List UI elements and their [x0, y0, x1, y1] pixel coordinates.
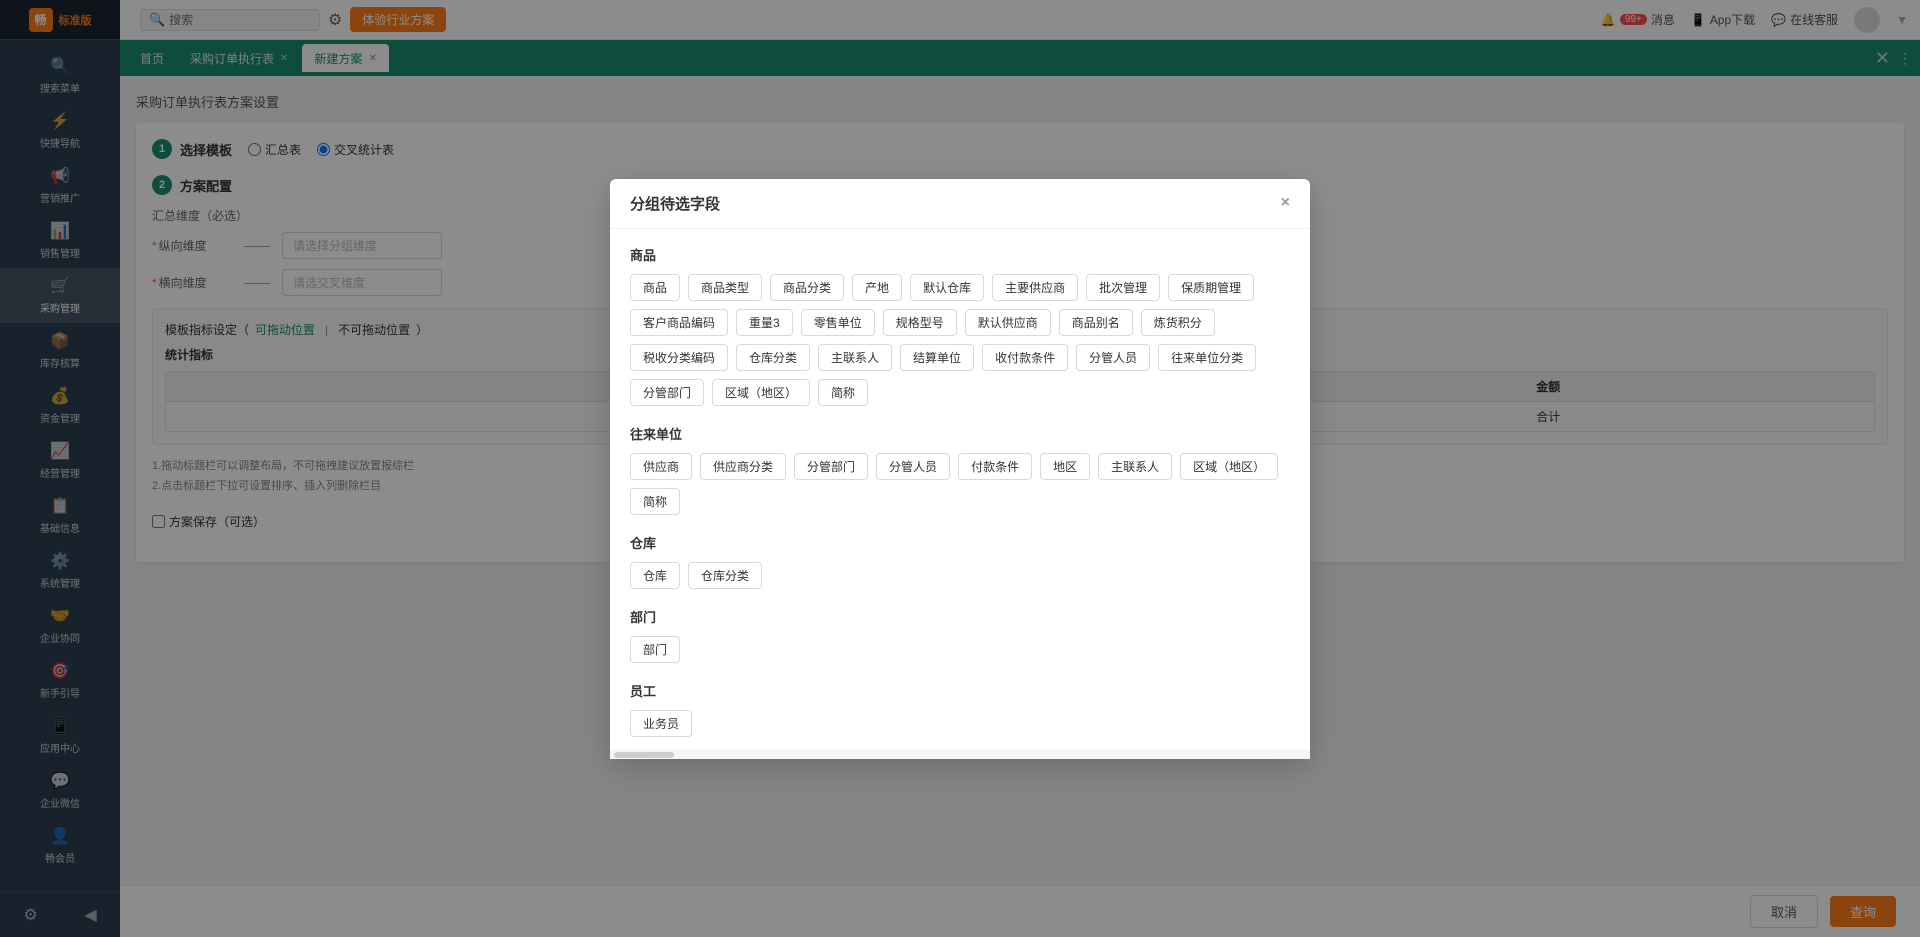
- field-tags-4: 业务员: [630, 710, 1290, 737]
- field-tags-2: 仓库仓库分类: [630, 562, 1290, 589]
- field-tag-0-21[interactable]: 往来单位分类: [1158, 344, 1256, 371]
- modal-horizontal-scrollbar[interactable]: [610, 750, 1310, 758]
- field-group-1: 往来单位供应商供应商分类分管部门分管人员付款条件地区主联系人区域（地区） 简称: [630, 424, 1290, 515]
- field-tag-0-12[interactable]: 默认供应商: [965, 309, 1051, 336]
- field-tag-1-2[interactable]: 分管部门: [794, 453, 868, 480]
- field-tag-0-9[interactable]: 重量3: [736, 309, 793, 336]
- field-group-3: 部门部门: [630, 607, 1290, 663]
- field-tag-0-2[interactable]: 商品分类: [770, 274, 844, 301]
- field-group-title-0: 商品: [630, 245, 1290, 264]
- field-tag-0-5[interactable]: 主要供应商: [992, 274, 1078, 301]
- field-group-title-3: 部门: [630, 607, 1290, 626]
- field-tag-0-0[interactable]: 商品: [630, 274, 680, 301]
- field-tag-0-17[interactable]: 主联系人: [818, 344, 892, 371]
- field-tag-0-7[interactable]: 保质期管理: [1168, 274, 1254, 301]
- field-tag-0-13[interactable]: 商品别名: [1059, 309, 1133, 336]
- field-tag-1-0[interactable]: 供应商: [630, 453, 692, 480]
- field-tag-0-4[interactable]: 默认仓库: [910, 274, 984, 301]
- modal-title: 分组待选字段: [630, 193, 720, 214]
- field-tag-0-18[interactable]: 结算单位: [900, 344, 974, 371]
- field-tag-3-0[interactable]: 部门: [630, 636, 680, 663]
- modal-body: 商品商品商品类型商品分类产地默认仓库主要供应商批次管理保质期管理客户商品编码重量…: [610, 229, 1310, 751]
- modal-header: 分组待选字段 ×: [610, 179, 1310, 229]
- modal-overlay: 分组待选字段 × 商品商品商品类型商品分类产地默认仓库主要供应商批次管理保质期管…: [0, 0, 1920, 937]
- field-tags-0: 商品商品类型商品分类产地默认仓库主要供应商批次管理保质期管理客户商品编码重量3 零…: [630, 274, 1290, 406]
- field-tag-1-4[interactable]: 付款条件: [958, 453, 1032, 480]
- field-tag-0-22[interactable]: 分管部门: [630, 379, 704, 406]
- field-group-4: 员工业务员: [630, 681, 1290, 737]
- field-tag-0-10[interactable]: 零售单位: [801, 309, 875, 336]
- field-tag-4-0[interactable]: 业务员: [630, 710, 692, 737]
- field-tag-0-6[interactable]: 批次管理: [1086, 274, 1160, 301]
- field-group-0: 商品商品商品类型商品分类产地默认仓库主要供应商批次管理保质期管理客户商品编码重量…: [630, 245, 1290, 406]
- field-group-title-4: 员工: [630, 681, 1290, 700]
- field-group-title-1: 往来单位: [630, 424, 1290, 443]
- field-tag-0-19[interactable]: 收付款条件: [982, 344, 1068, 371]
- field-tag-0-20[interactable]: 分管人员: [1076, 344, 1150, 371]
- modal-close-btn[interactable]: ×: [1281, 195, 1290, 211]
- field-tags-1: 供应商供应商分类分管部门分管人员付款条件地区主联系人区域（地区） 简称: [630, 453, 1290, 515]
- field-tag-2-0[interactable]: 仓库: [630, 562, 680, 589]
- field-tag-0-1[interactable]: 商品类型: [688, 274, 762, 301]
- field-tag-1-8[interactable]: 简称: [630, 488, 680, 515]
- field-tag-0-11[interactable]: 规格型号: [883, 309, 957, 336]
- field-tag-0-16[interactable]: 仓库分类: [736, 344, 810, 371]
- field-tag-0-14[interactable]: 炼货积分: [1141, 309, 1215, 336]
- field-tag-1-6[interactable]: 主联系人: [1098, 453, 1172, 480]
- field-tag-0-8[interactable]: 客户商品编码: [630, 309, 728, 336]
- field-tag-0-24[interactable]: 简称: [818, 379, 868, 406]
- field-tag-1-7[interactable]: 区域（地区）: [1180, 453, 1278, 480]
- field-tag-0-23[interactable]: 区域（地区）: [712, 379, 810, 406]
- field-group-title-2: 仓库: [630, 533, 1290, 552]
- field-tag-1-5[interactable]: 地区: [1040, 453, 1090, 480]
- field-tag-1-1[interactable]: 供应商分类: [700, 453, 786, 480]
- field-tag-1-3[interactable]: 分管人员: [876, 453, 950, 480]
- field-tags-3: 部门: [630, 636, 1290, 663]
- field-tag-2-1[interactable]: 仓库分类: [688, 562, 762, 589]
- field-select-modal: 分组待选字段 × 商品商品商品类型商品分类产地默认仓库主要供应商批次管理保质期管…: [610, 179, 1310, 759]
- field-tag-0-3[interactable]: 产地: [852, 274, 902, 301]
- field-group-2: 仓库仓库仓库分类: [630, 533, 1290, 589]
- hscroll-thumb[interactable]: [614, 752, 674, 758]
- field-tag-0-15[interactable]: 税收分类编码: [630, 344, 728, 371]
